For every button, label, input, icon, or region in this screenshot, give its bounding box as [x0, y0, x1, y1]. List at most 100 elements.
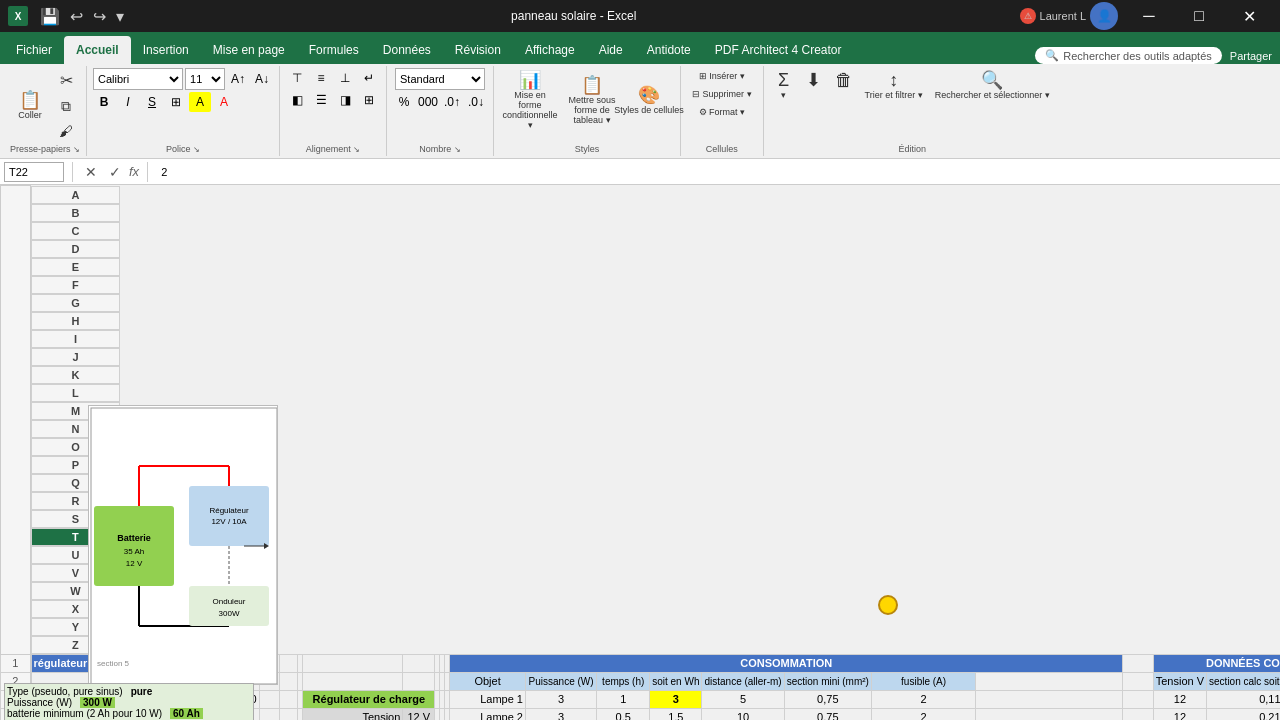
col-J[interactable]: J [31, 348, 120, 366]
cell-styles-button[interactable]: 🎨 Styles de cellules [624, 83, 674, 118]
cell-Q3[interactable]: 5 [702, 690, 784, 708]
copier-button[interactable]: ⧉ [52, 95, 80, 118]
cell-E3[interactable] [259, 690, 279, 708]
cell-W2[interactable]: section calc soit aller-retour [1207, 672, 1280, 690]
col-H[interactable]: H [31, 312, 120, 330]
confirm-formula-button[interactable]: ✓ [105, 164, 125, 180]
cell-S4[interactable]: 2 [871, 708, 975, 720]
col-E[interactable]: E [31, 258, 120, 276]
col-I[interactable]: I [31, 330, 120, 348]
cell-U1[interactable] [1123, 654, 1153, 672]
align-middle-button[interactable]: ≡ [310, 68, 332, 88]
maximize-button[interactable]: □ [1176, 0, 1222, 32]
cell-H3-regulateur[interactable]: Régulateur de charge [303, 690, 435, 708]
cell-T3[interactable] [976, 690, 1123, 708]
col-K[interactable]: K [31, 366, 120, 384]
tab-pdf[interactable]: PDF Architect 4 Creator [703, 36, 854, 64]
supprimer-button[interactable]: ⊟ Supprimer ▾ [687, 86, 757, 102]
tab-mise-en-page[interactable]: Mise en page [201, 36, 297, 64]
cell-I4[interactable]: 12 V [403, 708, 435, 720]
cell-F2[interactable] [280, 672, 298, 690]
cell-Q2[interactable]: distance (aller-m) [702, 672, 784, 690]
cell-W3[interactable]: 0,11 [1207, 690, 1280, 708]
cell-M1-consommation[interactable]: CONSOMMATION [450, 654, 1123, 672]
cell-reference-input[interactable] [4, 162, 64, 182]
couper-button[interactable]: ✂ [52, 68, 80, 93]
cell-M2-objet[interactable]: Objet [450, 672, 526, 690]
undo-button[interactable]: ↩ [66, 5, 87, 28]
cell-F1[interactable] [280, 654, 298, 672]
tab-antidote[interactable]: Antidote [635, 36, 703, 64]
cell-V4[interactable]: 12 [1153, 708, 1206, 720]
cell-T4[interactable] [976, 708, 1123, 720]
col-F[interactable]: F [31, 276, 120, 294]
share-button[interactable]: Partager [1230, 50, 1272, 62]
wrap-text-button[interactable]: ↵ [358, 68, 380, 88]
align-top-button[interactable]: ⊤ [286, 68, 308, 88]
border-button[interactable]: ⊞ [165, 92, 187, 112]
fill-color-button[interactable]: A [189, 92, 211, 112]
cell-N3[interactable]: 3 [525, 690, 596, 708]
tab-formules[interactable]: Formules [297, 36, 371, 64]
thousands-button[interactable]: 000 [417, 92, 439, 112]
cell-I1[interactable] [403, 654, 435, 672]
tab-revision[interactable]: Révision [443, 36, 513, 64]
rechercher-button[interactable]: 🔍 Rechercher et sélectionner ▾ [930, 68, 1055, 103]
cell-V3[interactable]: 12 [1153, 690, 1206, 708]
cell-H1[interactable] [303, 654, 403, 672]
cell-R3[interactable]: 0,75 [784, 690, 871, 708]
tab-affichage[interactable]: Affichage [513, 36, 587, 64]
cell-U3[interactable] [1123, 690, 1153, 708]
cell-H4[interactable]: Tension [303, 708, 403, 720]
cell-P3[interactable]: 3 [650, 690, 702, 708]
align-bottom-button[interactable]: ⊥ [334, 68, 356, 88]
trier-filtrer-button[interactable]: ↕ Trier et filtrer ▾ [860, 68, 928, 103]
font-color-button[interactable]: A [213, 92, 235, 112]
cancel-formula-button[interactable]: ✕ [81, 164, 101, 180]
tab-aide[interactable]: Aide [587, 36, 635, 64]
align-right-button[interactable]: ◨ [334, 90, 356, 110]
cell-H2[interactable] [303, 672, 403, 690]
reproduire-format-button[interactable]: 🖌 [52, 120, 80, 142]
cell-P2[interactable]: soit en Wh [650, 672, 702, 690]
table-format-button[interactable]: 📋 Mettre sous forme de tableau ▾ [562, 73, 622, 128]
cell-S3[interactable]: 2 [871, 690, 975, 708]
cell-O2[interactable]: temps (h) [597, 672, 650, 690]
cell-N2[interactable]: Puissance (W) [525, 672, 596, 690]
increase-decimal-button[interactable]: .0↑ [441, 92, 463, 112]
tab-fichier[interactable]: Fichier [4, 36, 64, 64]
cell-U4[interactable] [1123, 708, 1153, 720]
cell-U2[interactable] [1123, 672, 1153, 690]
col-L[interactable]: L [31, 384, 120, 402]
cell-F4[interactable] [280, 708, 298, 720]
formula-input[interactable] [156, 162, 1276, 182]
row-num-1[interactable]: 1 [1, 654, 31, 672]
font-decrease-button[interactable]: A↓ [251, 69, 273, 89]
font-size-select[interactable]: 11 [185, 68, 225, 90]
font-increase-button[interactable]: A↑ [227, 69, 249, 89]
cell-V2[interactable]: Tension V [1153, 672, 1206, 690]
tab-insertion[interactable]: Insertion [131, 36, 201, 64]
cell-F3[interactable] [280, 690, 298, 708]
somme-auto-button[interactable]: Σ ▾ [770, 68, 798, 103]
close-button[interactable]: ✕ [1226, 0, 1272, 32]
align-left-button[interactable]: ◧ [286, 90, 308, 110]
underline-button[interactable]: S [141, 92, 163, 112]
remplissage-button[interactable]: ⬇ [800, 68, 828, 103]
cell-W4[interactable]: 0,21 [1207, 708, 1280, 720]
effacer-button[interactable]: 🗑 [830, 68, 858, 103]
cell-M3[interactable]: Lampe 1 [450, 690, 526, 708]
col-A[interactable]: A [31, 186, 120, 204]
italic-button[interactable]: I [117, 92, 139, 112]
align-center-button[interactable]: ☰ [310, 90, 332, 110]
cell-N4[interactable]: 3 [525, 708, 596, 720]
merge-center-button[interactable]: ⊞ [358, 90, 380, 110]
decrease-decimal-button[interactable]: .0↓ [465, 92, 487, 112]
customize-button[interactable]: ▾ [112, 5, 128, 28]
coller-button[interactable]: 📋 Coller [10, 88, 50, 123]
cell-P4[interactable]: 1,5 [650, 708, 702, 720]
percent-button[interactable]: % [393, 92, 415, 112]
col-B[interactable]: B [31, 204, 120, 222]
cell-T2[interactable] [976, 672, 1123, 690]
cell-O4[interactable]: 0,5 [597, 708, 650, 720]
